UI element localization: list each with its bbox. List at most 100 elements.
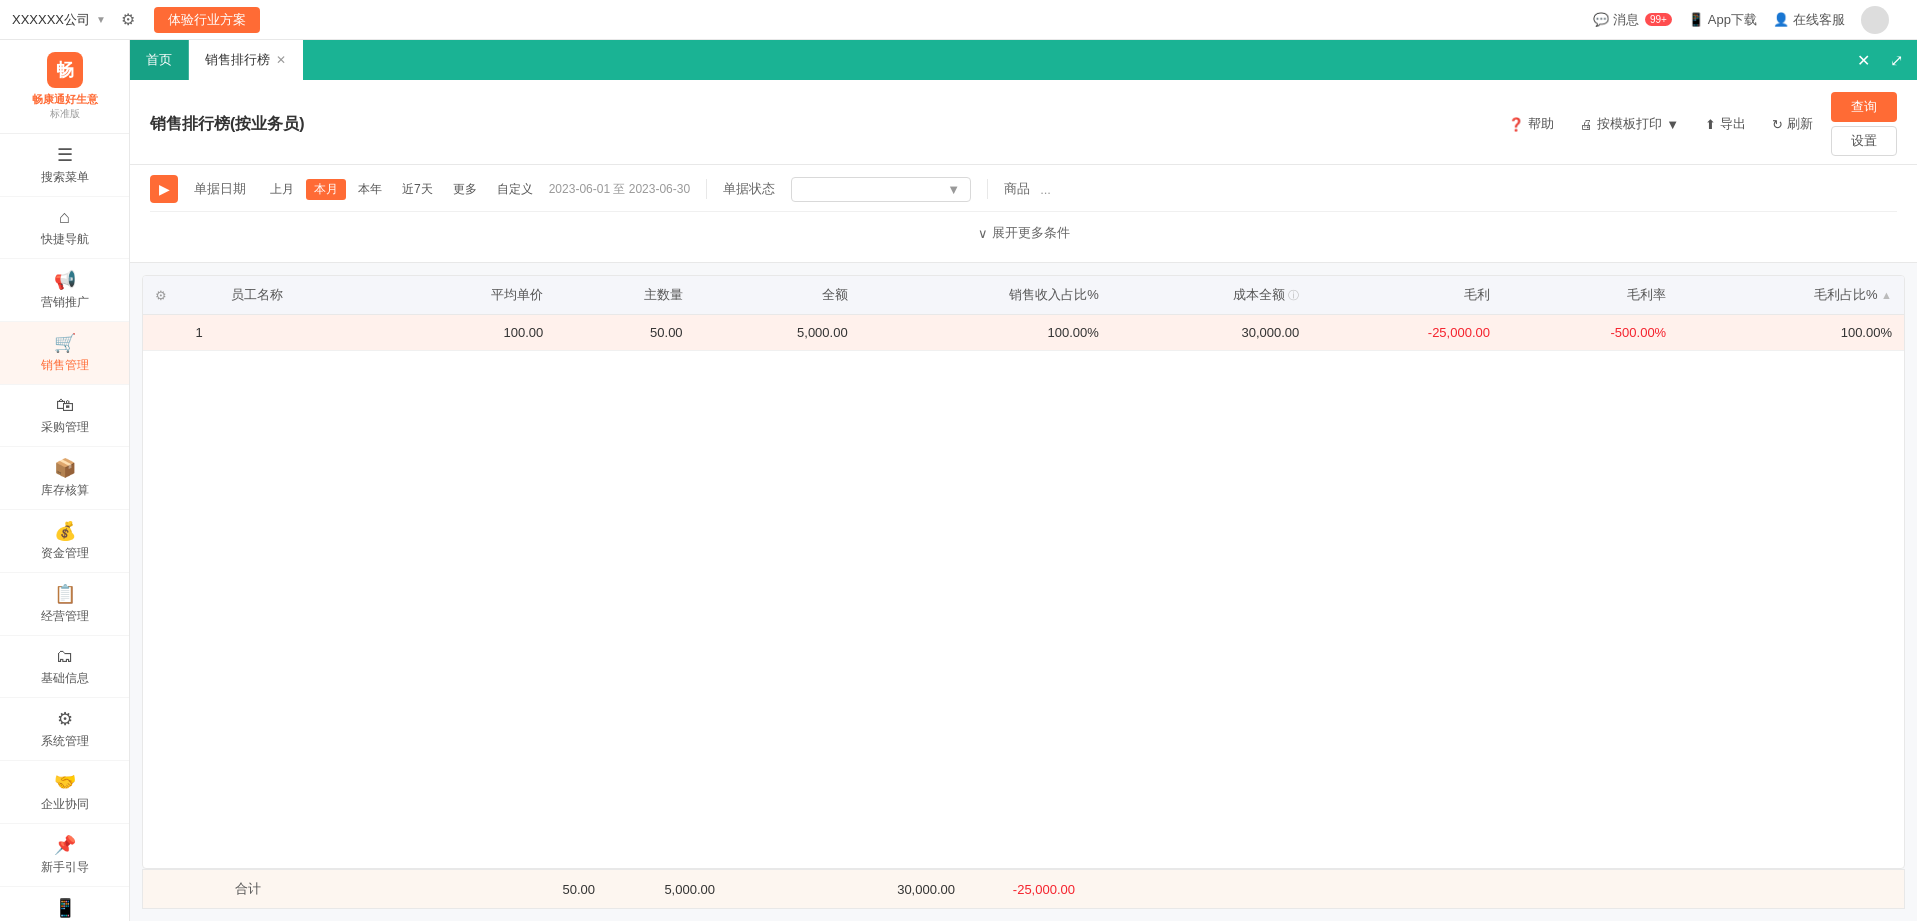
filter-toggle-icon: ▶: [159, 181, 170, 197]
system-icon: ⚙: [57, 708, 73, 730]
sidebar-item-search-order[interactable]: ☰ 搜索菜单: [0, 134, 129, 197]
filter-divider-2: [987, 179, 988, 199]
tab-close-icon[interactable]: ✕: [276, 53, 286, 67]
sidebar-item-quick-nav[interactable]: ⌂ 快捷导航: [0, 197, 129, 259]
print-chevron-icon: ▼: [1666, 117, 1679, 132]
print-icon: 🖨: [1580, 117, 1593, 132]
message-badge: 99+: [1645, 13, 1672, 26]
filter-toggle-button[interactable]: ▶: [150, 175, 178, 203]
message-button[interactable]: 💬 消息 99+: [1593, 11, 1672, 29]
service-icon: 👤: [1773, 12, 1789, 27]
sidebar-item-enterprise-collab[interactable]: 🤝 企业协同: [0, 761, 129, 824]
sidebar-item-finance[interactable]: 💰 资金管理: [0, 510, 129, 573]
col-sales-ratio: 销售收入占比%: [860, 276, 1111, 315]
online-service-button[interactable]: 👤 在线客服: [1773, 11, 1845, 29]
col-gross-ratio: 毛利占比% ▲: [1678, 276, 1904, 315]
sidebar-item-system[interactable]: ⚙ 系统管理: [0, 698, 129, 761]
tab-sales-ranking[interactable]: 销售排行榜 ✕: [189, 40, 303, 80]
sidebar-item-new-guide[interactable]: 📌 新手引导: [0, 824, 129, 887]
tab-home[interactable]: 首页: [130, 40, 189, 80]
date-tabs: 上月 本月 本年 近7天 更多 自定义 2023-06-01 至 2023-06…: [262, 179, 690, 200]
industry-button[interactable]: 体验行业方案: [154, 7, 260, 33]
sidebar-item-operations[interactable]: 📋 经营管理: [0, 573, 129, 636]
sidebar-label-marketing: 营销推广: [41, 294, 89, 311]
tab-bar: 首页 销售排行榜 ✕ ✕ ⤢: [130, 40, 1917, 80]
sidebar-item-basic-info[interactable]: 🗂 基础信息: [0, 636, 129, 698]
row-amount-cell: 5,000.00: [695, 315, 860, 351]
row-quantity-cell: 50.00: [555, 315, 694, 351]
date-tab-this-month[interactable]: 本月: [306, 179, 346, 200]
top-right-area: 💬 消息 99+ 📱 App下载 👤 在线客服: [1593, 6, 1905, 34]
date-label: 单据日期: [194, 180, 246, 198]
export-button[interactable]: ⬆ 导出: [1697, 111, 1754, 137]
sidebar-label-sales: 销售管理: [41, 357, 89, 374]
finance-icon: 💰: [54, 520, 76, 542]
status-label: 单据状态: [723, 180, 775, 198]
refresh-icon: ↻: [1772, 117, 1783, 132]
refresh-button[interactable]: ↻ 刷新: [1764, 111, 1821, 137]
logo-sub: 标准版: [50, 107, 80, 121]
app-icon: 📱: [1688, 12, 1704, 27]
expand-button[interactable]: ∨ 展开更多条件: [962, 218, 1086, 248]
filter-row: ▶ 单据日期 上月 本月 本年 近7天 更多 自定义 2023-06-01 至 …: [150, 175, 1897, 203]
quick-nav-icon: ⌂: [59, 207, 70, 228]
date-tab-this-year[interactable]: 本年: [350, 179, 390, 200]
sidebar-item-sales[interactable]: 🛒 销售管理: [0, 322, 129, 385]
sidebar-label-quick-nav: 快捷导航: [41, 231, 89, 248]
col-gross-rate: 毛利率: [1502, 276, 1678, 315]
row-rank-cell: 1: [179, 315, 219, 351]
tab-home-label: 首页: [146, 51, 172, 69]
company-selector[interactable]: XXXXXX公司 ▼: [12, 11, 106, 29]
query-button[interactable]: 查询: [1831, 92, 1897, 122]
sidebar-item-marketing[interactable]: 📢 营销推广: [0, 259, 129, 322]
top-bar: XXXXXX公司 ▼ ⚙ 体验行业方案 💬 消息 99+ 📱 App下载 👤 在…: [0, 0, 1917, 40]
tab-maximize-button[interactable]: ⤢: [1884, 49, 1909, 72]
table-footer: 合计 50.00 5,000.00 30,000.00 -25,000.00: [142, 869, 1905, 909]
sidebar-item-inventory[interactable]: 📦 库存核算: [0, 447, 129, 510]
help-icon: ❓: [1508, 117, 1524, 132]
date-tab-last-month[interactable]: 上月: [262, 179, 302, 200]
sidebar-label-purchase: 采购管理: [41, 419, 89, 436]
operations-icon: 📋: [54, 583, 76, 605]
footer-gross-val: -25,000.00: [955, 882, 1075, 897]
enterprise-collab-icon: 🤝: [54, 771, 76, 793]
tab-bar-right: ✕ ⤢: [1851, 49, 1917, 72]
sidebar-label-new-guide: 新手引导: [41, 859, 89, 876]
footer-amount-val: 5,000.00: [595, 882, 715, 897]
row-avg-price-cell: 100.00: [387, 315, 555, 351]
goods-label: 商品: [1004, 180, 1030, 198]
company-name: XXXXXX公司: [12, 11, 90, 29]
col-amount: 全额: [695, 276, 860, 315]
row-cost-cell: 30,000.00: [1111, 315, 1311, 351]
row-settings-cell: [143, 315, 179, 351]
tab-close-window-button[interactable]: ✕: [1851, 49, 1876, 72]
avatar[interactable]: [1861, 6, 1889, 34]
search-order-icon: ☰: [57, 144, 73, 166]
sidebar: 畅 畅康通好生意 标准版 ☰ 搜索菜单 ⌂ 快捷导航 📢 营销推广 🛒 销售管理…: [0, 40, 130, 921]
help-button[interactable]: ❓ 帮助: [1500, 111, 1562, 137]
date-tab-more[interactable]: 更多: [445, 179, 485, 200]
sidebar-label-inventory: 库存核算: [41, 482, 89, 499]
sidebar-item-purchase[interactable]: 🛍 采购管理: [0, 385, 129, 447]
table-area: ⚙ 员工名称 平均单价 主数量 全额 销售收入占比% 成本全额 ⓘ 毛利 毛利率…: [142, 275, 1905, 869]
settings-button[interactable]: 设置: [1831, 126, 1897, 156]
sidebar-item-app-center[interactable]: 📱 应用中心: [0, 887, 129, 921]
footer-quantity-val: 50.00: [495, 882, 595, 897]
status-select[interactable]: ▼: [791, 177, 971, 202]
new-guide-icon: 📌: [54, 834, 76, 856]
row-gross-ratio-cell: 100.00%: [1678, 315, 1904, 351]
sidebar-label-operations: 经营管理: [41, 608, 89, 625]
purchase-icon: 🛍: [56, 395, 74, 416]
date-range: 2023-06-01 至 2023-06-30: [549, 181, 690, 198]
sidebar-label-enterprise-collab: 企业协同: [41, 796, 89, 813]
tab-sales-ranking-label: 销售排行榜: [205, 51, 270, 69]
date-tab-7days[interactable]: 近7天: [394, 179, 441, 200]
page-header: 销售排行榜(按业务员) ❓ 帮助 🖨 按模板打印 ▼ ⬆ 导出: [130, 80, 1917, 165]
main-layout: 畅 畅康通好生意 标准版 ☰ 搜索菜单 ⌂ 快捷导航 📢 营销推广 🛒 销售管理…: [0, 40, 1917, 921]
print-button[interactable]: 🖨 按模板打印 ▼: [1572, 111, 1687, 137]
settings-icon[interactable]: ⚙: [114, 6, 142, 34]
app-download-button[interactable]: 📱 App下载: [1688, 11, 1757, 29]
goods-filter: 商品 ...: [1004, 180, 1051, 198]
date-tab-custom[interactable]: 自定义: [489, 179, 541, 200]
col-settings[interactable]: ⚙: [143, 276, 179, 315]
